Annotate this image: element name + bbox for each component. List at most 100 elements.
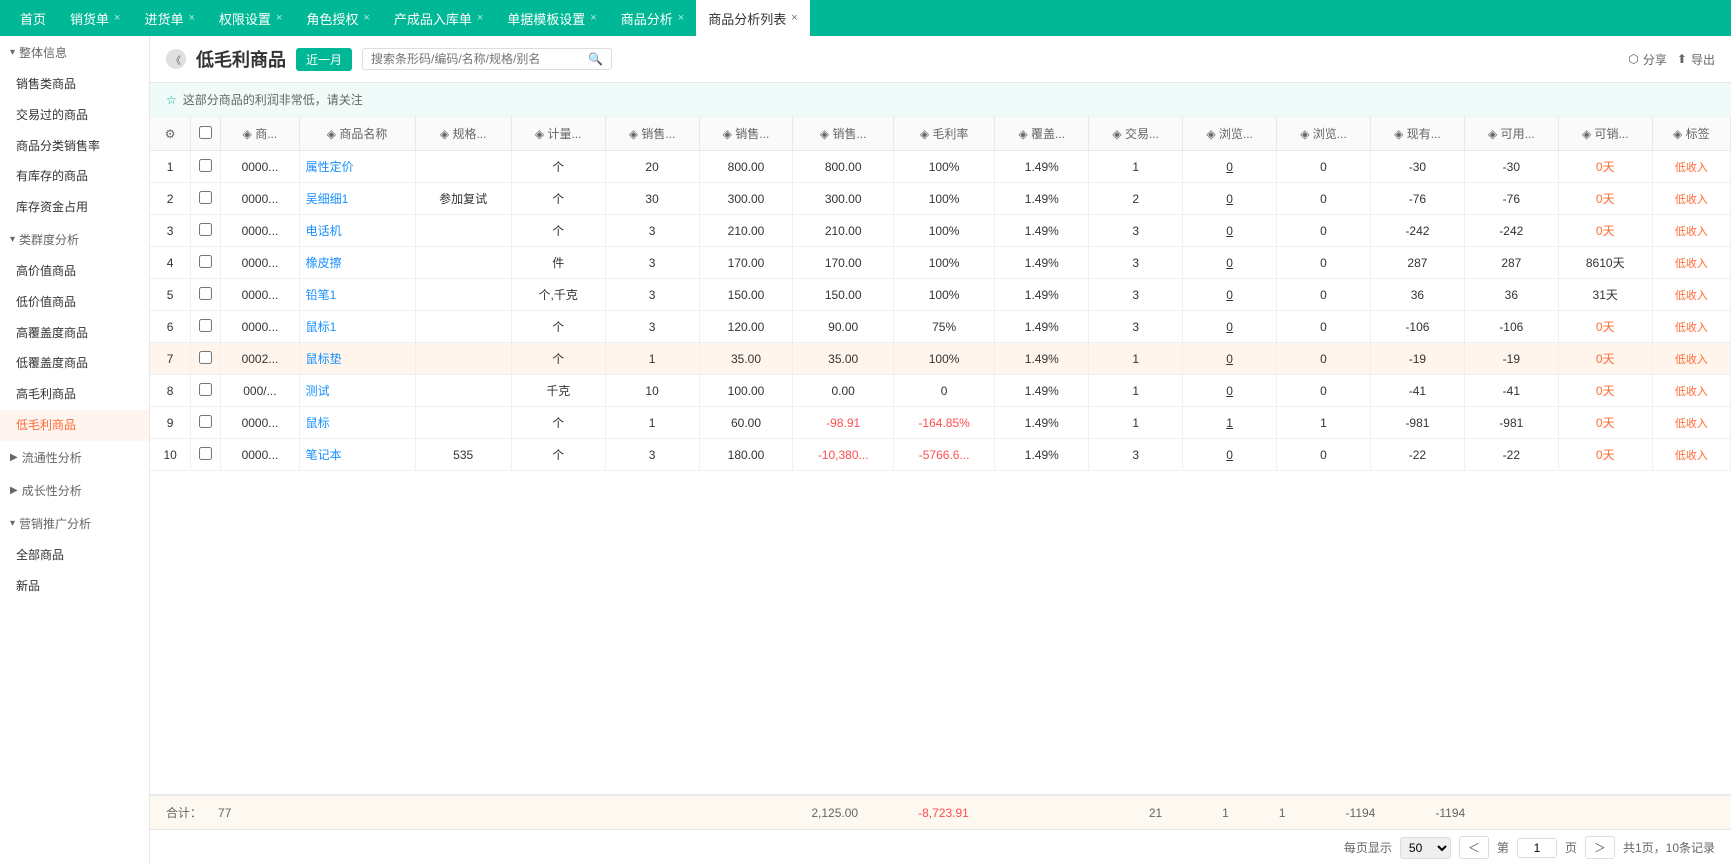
- filter-recent-month-button[interactable]: 近一月: [296, 48, 352, 71]
- nav-home[interactable]: 首页: [8, 0, 58, 36]
- col-name[interactable]: ◈ 商品名称: [299, 117, 415, 151]
- row-view1[interactable]: 0: [1183, 215, 1277, 247]
- row-name[interactable]: 吴细细1: [299, 183, 415, 215]
- col-gross-rate[interactable]: ◈ 毛利率: [893, 117, 994, 151]
- nav-purchase[interactable]: 进货单 ×: [132, 0, 206, 36]
- col-sale-amount[interactable]: ◈ 销售...: [699, 117, 793, 151]
- search-input[interactable]: [371, 52, 588, 66]
- row-checkbox[interactable]: [199, 447, 212, 460]
- col-code[interactable]: ◈ 商...: [221, 117, 299, 151]
- close-icon[interactable]: ×: [678, 12, 684, 24]
- per-page-select[interactable]: 50 100 200: [1400, 837, 1451, 859]
- row-view1[interactable]: 0: [1183, 247, 1277, 279]
- row-view2: 0: [1277, 151, 1371, 183]
- sidebar-item-all-goods[interactable]: 全部商品: [0, 540, 149, 571]
- close-icon[interactable]: ×: [276, 12, 282, 24]
- sidebar-group-growth[interactable]: ▶ 成长性分析: [0, 474, 149, 507]
- row-checkbox[interactable]: [199, 415, 212, 428]
- next-page-button[interactable]: ＞: [1585, 836, 1615, 859]
- row-view1[interactable]: 0: [1183, 375, 1277, 407]
- col-sale-profit[interactable]: ◈ 销售...: [793, 117, 893, 151]
- row-name[interactable]: 铅笔1: [299, 279, 415, 311]
- sidebar-group-overall[interactable]: ▾ 整体信息: [0, 36, 149, 69]
- sidebar-item-high-value[interactable]: 高价值商品: [0, 256, 149, 287]
- row-name[interactable]: 鼠标垫: [299, 343, 415, 375]
- sidebar-item-low-coverage[interactable]: 低覆盖度商品: [0, 348, 149, 379]
- sidebar-item-category-rate[interactable]: 商品分类销售率: [0, 131, 149, 162]
- close-icon[interactable]: ×: [188, 12, 194, 24]
- close-icon[interactable]: ×: [477, 12, 483, 24]
- sidebar-item-new-goods[interactable]: 新品: [0, 571, 149, 602]
- col-salable[interactable]: ◈ 可销...: [1558, 117, 1652, 151]
- col-view2[interactable]: ◈ 浏览...: [1277, 117, 1371, 151]
- col-trade[interactable]: ◈ 交易...: [1089, 117, 1183, 151]
- sidebar-item-stock-capital[interactable]: 库存资金占用: [0, 192, 149, 223]
- row-name[interactable]: 测试: [299, 375, 415, 407]
- nav-role[interactable]: 角色授权 ×: [294, 0, 381, 36]
- row-checkbox[interactable]: [199, 223, 212, 236]
- sidebar-item-low-value[interactable]: 低价值商品: [0, 287, 149, 318]
- row-view1[interactable]: 0: [1183, 343, 1277, 375]
- row-name[interactable]: 橡皮擦: [299, 247, 415, 279]
- share-button[interactable]: ⬡ 分享: [1628, 51, 1667, 68]
- row-view1[interactable]: 1: [1183, 407, 1277, 439]
- row-checkbox[interactable]: [199, 351, 212, 364]
- row-name[interactable]: 鼠标1: [299, 311, 415, 343]
- sidebar-item-stock-goods[interactable]: 有库存的商品: [0, 161, 149, 192]
- col-spec[interactable]: ◈ 规格...: [415, 117, 511, 151]
- nav-product-in[interactable]: 产成品入库单 ×: [382, 0, 495, 36]
- close-icon[interactable]: ×: [363, 12, 369, 24]
- col-unit[interactable]: ◈ 计量...: [511, 117, 605, 151]
- nav-product-analysis-list[interactable]: 商品分析列表 ×: [696, 0, 809, 36]
- row-no: 1: [150, 151, 191, 183]
- export-button[interactable]: ⬆ 导出: [1677, 51, 1715, 68]
- sidebar-item-traded-goods[interactable]: 交易过的商品: [0, 100, 149, 131]
- nav-template[interactable]: 单据模板设置 ×: [495, 0, 608, 36]
- sidebar-group-cluster[interactable]: ▾ 类群度分析: [0, 223, 149, 256]
- sidebar-item-sales-goods[interactable]: 销售类商品: [0, 69, 149, 100]
- row-checkbox[interactable]: [199, 255, 212, 268]
- row-name[interactable]: 属性定价: [299, 151, 415, 183]
- nav-permission[interactable]: 权限设置 ×: [207, 0, 294, 36]
- sidebar-group-flow[interactable]: ▶ 流通性分析: [0, 441, 149, 474]
- sidebar-item-high-margin[interactable]: 高毛利商品: [0, 379, 149, 410]
- row-view1[interactable]: 0: [1183, 151, 1277, 183]
- collapse-sidebar-button[interactable]: 《: [166, 49, 186, 69]
- row-sale-profit: 0.00: [793, 375, 893, 407]
- nav-product-analysis[interactable]: 商品分析 ×: [609, 0, 696, 36]
- per-page-label: 每页显示: [1344, 839, 1392, 856]
- select-all-checkbox[interactable]: [199, 126, 212, 139]
- col-usable[interactable]: ◈ 可用...: [1464, 117, 1558, 151]
- row-view2: 0: [1277, 215, 1371, 247]
- row-checkbox[interactable]: [199, 287, 212, 300]
- col-view1[interactable]: ◈ 浏览...: [1183, 117, 1277, 151]
- row-checkbox[interactable]: [199, 319, 212, 332]
- col-coverage[interactable]: ◈ 覆盖...: [995, 117, 1089, 151]
- row-name[interactable]: 鼠标: [299, 407, 415, 439]
- sidebar-group-marketing[interactable]: ▾ 营销推广分析: [0, 507, 149, 540]
- row-view1[interactable]: 0: [1183, 439, 1277, 471]
- row-name[interactable]: 电话机: [299, 215, 415, 247]
- row-checkbox[interactable]: [199, 383, 212, 396]
- col-sale-count[interactable]: ◈ 销售...: [605, 117, 699, 151]
- close-icon[interactable]: ×: [114, 12, 120, 24]
- search-icon[interactable]: 🔍: [588, 52, 603, 66]
- row-name[interactable]: 笔记本: [299, 439, 415, 471]
- close-icon[interactable]: ×: [791, 12, 797, 24]
- row-view1[interactable]: 0: [1183, 183, 1277, 215]
- page-number-input[interactable]: [1517, 838, 1557, 858]
- col-setting[interactable]: ⚙: [150, 117, 191, 151]
- col-current[interactable]: ◈ 现有...: [1370, 117, 1464, 151]
- nav-sales[interactable]: 销货单 ×: [58, 0, 132, 36]
- row-view1[interactable]: 0: [1183, 279, 1277, 311]
- row-current: -41: [1370, 375, 1464, 407]
- sidebar-item-high-coverage[interactable]: 高覆盖度商品: [0, 318, 149, 349]
- row-view1[interactable]: 0: [1183, 311, 1277, 343]
- row-checkbox[interactable]: [199, 159, 212, 172]
- row-coverage: 1.49%: [995, 247, 1089, 279]
- col-tag[interactable]: ◈ 标签: [1652, 117, 1730, 151]
- close-icon[interactable]: ×: [590, 12, 596, 24]
- sidebar-item-low-margin[interactable]: 低毛利商品: [0, 410, 149, 441]
- prev-page-button[interactable]: ＜: [1459, 836, 1489, 859]
- row-checkbox[interactable]: [199, 191, 212, 204]
